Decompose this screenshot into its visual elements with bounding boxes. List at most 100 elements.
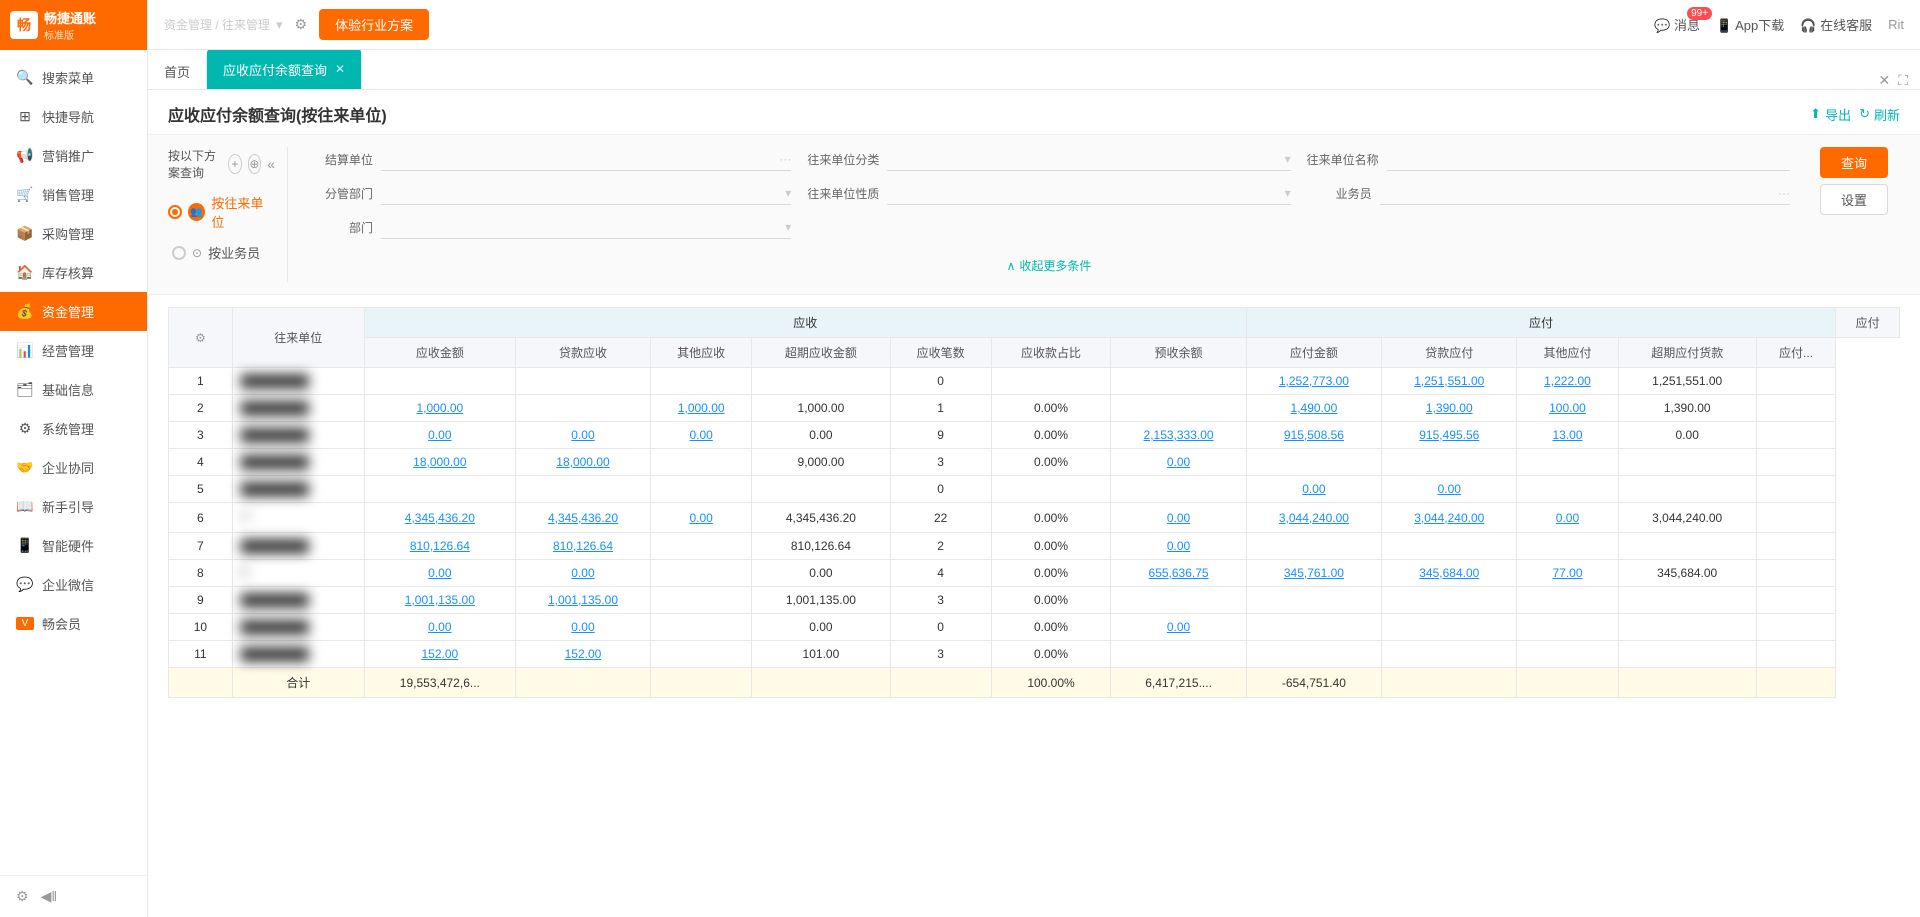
page-container: 应收应付余额查询(按往来单位) ⬆ 导出 ↻ 刷新 按以下方案查询 <box>148 90 1920 917</box>
total-ar-count <box>890 668 991 698</box>
row-num: 8 <box>169 560 233 587</box>
row-ar-prepay: 0.00 <box>1111 449 1246 476</box>
main-content: 应收应付余额查询(按往来单位) ⬆ 导出 ↻ 刷新 按以下方案查询 <box>148 90 1920 917</box>
basic-icon: 🗂 <box>16 381 34 398</box>
row-ap-amount: 0.00 <box>1246 476 1381 503</box>
wechat-icon: 💬 <box>16 576 34 593</box>
sidebar-item-hardware[interactable]: 📱 智能硬件 <box>0 526 147 565</box>
sidebar-item-inventory[interactable]: 🏠 库存核算 <box>0 253 147 292</box>
row-ar-prepay <box>1111 395 1246 422</box>
row-ap-overdue <box>1618 533 1756 560</box>
refresh-button[interactable]: ↻ 刷新 <box>1859 105 1900 124</box>
search-expand-icon[interactable]: « <box>267 156 275 172</box>
sidebar-collapse-icon[interactable]: ◀‖ <box>41 888 58 905</box>
table-row: 2 ████████ 1,000.00 1,000.00 1,000.00 1 … <box>169 395 1900 422</box>
row-num: 7 <box>169 533 233 560</box>
wanglai-name-input[interactable] <box>1387 147 1790 171</box>
row-ar-prepay <box>1111 368 1246 395</box>
app-download-button[interactable]: 📱 App下载 <box>1716 15 1784 34</box>
row-ap-other <box>1517 587 1618 614</box>
tab-close-window-icon[interactable]: ✕ <box>1878 72 1890 89</box>
user-info[interactable]: Rit <box>1888 17 1904 32</box>
tab-home[interactable]: 首页 <box>148 53 207 89</box>
sidebar-item-wechat[interactable]: 💬 企业微信 <box>0 565 147 604</box>
col-ar-prepay: 预收余额 <box>1111 338 1246 368</box>
field-wanglai-nature: 往来单位性质 ▾ <box>807 181 1290 205</box>
salesman-input[interactable]: ··· <box>1380 181 1790 205</box>
row-partner: ████████ <box>232 449 364 476</box>
wanglai-classify-select[interactable]: ▾ <box>887 147 1290 171</box>
refresh-icon: ↻ <box>1859 106 1870 122</box>
col-ap-loan: 贷款应付 <box>1382 338 1517 368</box>
row-ar-overdue: 0.00 <box>752 614 890 641</box>
export-button[interactable]: ⬆ 导出 <box>1810 105 1851 124</box>
sidebar-item-search-menu[interactable]: 🔍 搜索菜单 <box>0 58 147 97</box>
dept-label: 部门 <box>308 219 373 236</box>
header-gear-icon[interactable]: ⚙ <box>295 16 308 33</box>
row-partner: ████████ <box>232 614 364 641</box>
hardware-icon: 📱 <box>16 537 34 554</box>
row-ar-overdue <box>752 368 890 395</box>
trial-button[interactable]: 体验行业方案 <box>319 9 429 40</box>
search-settings-button[interactable]: ⊕ <box>248 154 262 174</box>
sidebar: 畅 畅捷通账 标准版 🔍 搜索菜单 ⊞ 快捷导航 📢 营销推广 🛒 销售管理 📦… <box>0 0 148 917</box>
sidebar-item-guide[interactable]: 📖 新手引导 <box>0 487 147 526</box>
collapse-up-icon: ∧ <box>1007 259 1016 273</box>
wanglai-nature-select[interactable]: ▾ <box>887 181 1290 205</box>
row-ap-other <box>1517 449 1618 476</box>
row-ap-amount <box>1246 587 1381 614</box>
inventory-icon: 🏠 <box>16 264 34 281</box>
sidebar-label-hardware: 智能硬件 <box>42 536 94 555</box>
query-button[interactable]: 查询 <box>1820 147 1888 178</box>
sidebar-item-member[interactable]: V 畅会员 <box>0 604 147 643</box>
jiesuan-input[interactable]: ··· <box>381 147 791 171</box>
row-partner: 广 <box>232 503 364 533</box>
field-jiesuan-unit: 结算单位 ··· <box>308 147 791 171</box>
dept-select[interactable]: ▾ <box>381 215 791 239</box>
search-add-button[interactable]: + <box>228 154 242 174</box>
tab-ar-ap[interactable]: 应收应付余额查询 ✕ <box>207 49 362 89</box>
setting-button[interactable]: 设置 <box>1820 184 1888 215</box>
wanglai-nature-label: 往来单位性质 <box>807 185 879 202</box>
sidebar-item-sales[interactable]: 🛒 销售管理 <box>0 175 147 214</box>
sidebar-item-purchase[interactable]: 📦 采购管理 <box>0 214 147 253</box>
row-partner: ████████ <box>232 587 364 614</box>
tab-expand-icon[interactable]: ⛶ <box>1898 72 1908 89</box>
col-ap-group: 应付 <box>1246 308 1835 338</box>
tab-close-icon[interactable]: ✕ <box>335 62 345 76</box>
top-header: 资金管理 / 往来管理 ▾ ⚙ 体验行业方案 💬 消息 99+ 📱 App下载 … <box>148 0 1920 50</box>
row-ar-other <box>651 368 752 395</box>
sidebar-logo: 畅 畅捷通账 标准版 <box>0 0 147 50</box>
fenguan-select[interactable]: ▾ <box>381 181 791 205</box>
sidebar-item-finance[interactable]: 💰 资金管理 <box>0 292 147 331</box>
search-collapse-button[interactable]: ∧ 收起更多条件 <box>308 249 1790 282</box>
breadcrumb: 资金管理 / 往来管理 ▾ <box>164 16 283 33</box>
plan-salesman-icon: ⊙ <box>192 246 202 260</box>
message-button[interactable]: 💬 消息 99+ <box>1654 15 1700 34</box>
row-ap-loan: 0.00 <box>1382 476 1517 503</box>
table-gear-icon[interactable]: ⚙ <box>188 326 212 350</box>
total-ap-amount: -654,751.40 <box>1246 668 1381 698</box>
row-ap-extra <box>1756 476 1835 503</box>
message-label: 消息 <box>1674 18 1700 33</box>
row-num: 9 <box>169 587 233 614</box>
row-ar-ratio <box>991 476 1111 503</box>
online-service-button[interactable]: 🎧 在线客服 <box>1800 15 1872 34</box>
plan-option-salesman[interactable]: ⊙ 按业务员 <box>172 239 275 266</box>
sidebar-item-management[interactable]: 📊 经营管理 <box>0 331 147 370</box>
sidebar-item-quick-nav[interactable]: ⊞ 快捷导航 <box>0 97 147 136</box>
row-ar-loan <box>515 368 650 395</box>
sidebar-settings-icon[interactable]: ⚙ <box>16 888 29 905</box>
sidebar-label-search-menu: 搜索菜单 <box>42 68 94 87</box>
sidebar-item-marketing[interactable]: 📢 营销推广 <box>0 136 147 175</box>
table-row: 8 P 0.00 0.00 0.00 4 0.00% 655,636.75 34… <box>169 560 1900 587</box>
sidebar-item-basic[interactable]: 🗂 基础信息 <box>0 370 147 409</box>
sidebar-item-system[interactable]: ⚙ 系统管理 <box>0 409 147 448</box>
sidebar-item-coop[interactable]: 🤝 企业协同 <box>0 448 147 487</box>
row-ar-ratio: 0.00% <box>991 449 1111 476</box>
page-header: 应收应付余额查询(按往来单位) ⬆ 导出 ↻ 刷新 <box>148 90 1920 135</box>
plan-option-partner[interactable]: 👥 按往来单位 <box>168 189 275 235</box>
row-ar-other: 0.00 <box>651 422 752 449</box>
row-ap-loan <box>1382 587 1517 614</box>
table-row: 5 ████████ 0 0.00 0.00 <box>169 476 1900 503</box>
